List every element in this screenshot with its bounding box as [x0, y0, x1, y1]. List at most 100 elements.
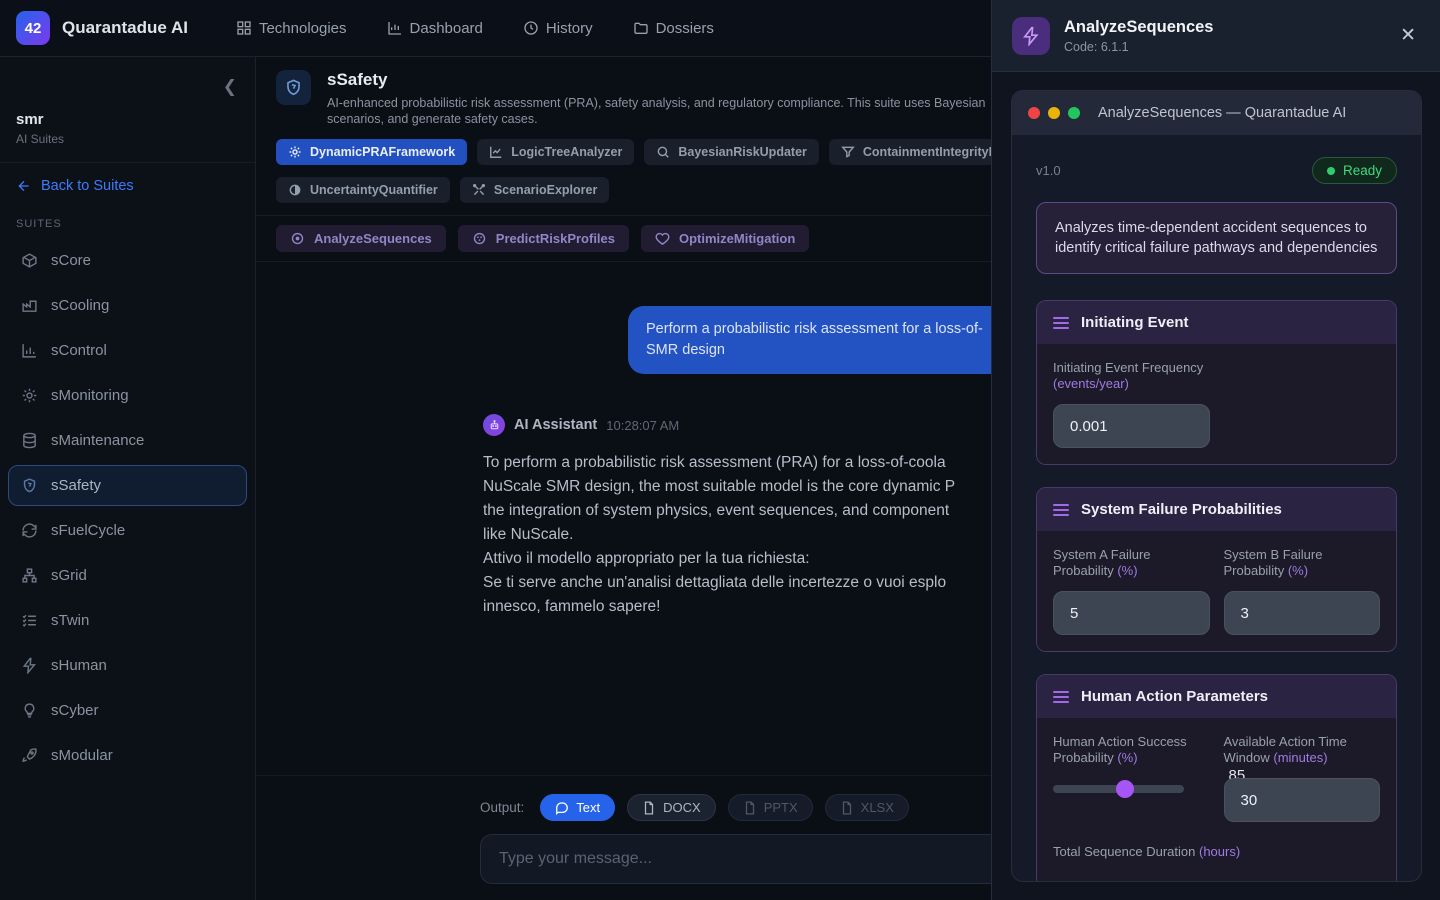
- rocket-icon: [21, 747, 38, 764]
- arrow-left-icon: [16, 178, 32, 194]
- menu-icon: [1053, 503, 1069, 516]
- folder-icon: [633, 20, 649, 36]
- sidebar-item-shuman[interactable]: sHuman: [8, 645, 247, 686]
- sidebar-item-smodular[interactable]: sModular: [8, 735, 247, 776]
- app-logo: 42: [16, 11, 50, 45]
- available-action-time-input[interactable]: [1223, 778, 1380, 822]
- chat-bubble-icon: [555, 801, 569, 815]
- menu-icon: [1053, 690, 1069, 703]
- tool-window-title: AnalyzeSequences — Quarantadue AI: [1098, 105, 1347, 121]
- model-tag-scenarioexplorer[interactable]: ScenarioExplorer: [459, 177, 610, 203]
- file-icon: [642, 801, 656, 815]
- sidebar-item-sgrid[interactable]: sGrid: [8, 555, 247, 596]
- section-human-action-parameters: Human Action Parameters Human Action Suc…: [1036, 674, 1397, 881]
- model-tag-dynamicpraframework[interactable]: DynamicPRAFramework: [276, 139, 468, 165]
- sidebar-collapse-button[interactable]: ❮: [223, 77, 237, 97]
- suite-title: sSafety: [327, 70, 388, 89]
- capability-tag-predictriskprofiles[interactable]: PredictRiskProfiles: [457, 225, 629, 252]
- tool-title: AnalyzeSequences: [1064, 17, 1214, 36]
- tool-panel: AnalyzeSequences Code: 6.1.1 ✕ AnalyzeSe…: [991, 0, 1440, 900]
- trend-chart-icon: [489, 145, 503, 159]
- section-system-failure-probabilities: System Failure Probabilities System A Fa…: [1036, 487, 1397, 652]
- tool-panel-header: AnalyzeSequences Code: 6.1.1 ✕: [992, 0, 1440, 72]
- sidebar-item-score[interactable]: sCore: [8, 240, 247, 281]
- model-tag-uncertaintyquantifier[interactable]: UncertaintyQuantifier: [276, 177, 450, 203]
- hierarchy-icon: [21, 567, 38, 584]
- grid-icon: [236, 20, 252, 36]
- system-b-failure-input[interactable]: [1223, 591, 1380, 635]
- sidebar-item-scooling[interactable]: sCooling: [8, 285, 247, 326]
- field-available-action-time: Available Action Time Window (minutes) 8…: [1223, 734, 1380, 822]
- sphere-icon: [472, 231, 487, 246]
- gears-icon: [21, 387, 38, 404]
- suite-shield-icon: [276, 70, 311, 105]
- output-format-docx[interactable]: DOCX: [627, 794, 716, 821]
- cube-icon: [21, 252, 38, 269]
- suites-section-label: SUITES: [16, 218, 62, 230]
- suite-description-line-2: scenarios, and generate safety cases.: [327, 112, 538, 126]
- bar-chart-icon: [21, 342, 38, 359]
- file-icon: [840, 801, 854, 815]
- shield-icon: [21, 477, 38, 494]
- nav-item-dashboard[interactable]: Dashboard: [387, 20, 483, 37]
- heart-icon: [655, 231, 670, 246]
- tool-version: v1.0: [1036, 163, 1061, 178]
- system-a-failure-input[interactable]: [1053, 591, 1210, 635]
- clock-icon: [523, 20, 539, 36]
- suite-description-line-1: AI-enhanced probabilistic risk assessmen…: [327, 96, 986, 110]
- sidebar-item-smonitoring[interactable]: sMonitoring: [8, 375, 247, 416]
- refresh-icon: [21, 522, 38, 539]
- lightbulb-icon: [21, 702, 38, 719]
- output-label: Output:: [480, 800, 525, 815]
- tools-icon: [472, 183, 486, 197]
- field-human-action-success: Human Action Success Probability (%): [1053, 734, 1210, 822]
- slider-thumb[interactable]: [1116, 780, 1134, 798]
- sidebar-item-sfuelcycle[interactable]: sFuelCycle: [8, 510, 247, 551]
- section-initiating-event: Initiating Event Initiating Event Freque…: [1036, 300, 1397, 465]
- field-system-b-failure: System B Failure Probability (%): [1223, 547, 1380, 635]
- project-name: smr: [16, 111, 44, 128]
- menu-icon: [1053, 316, 1069, 329]
- output-format-pptx[interactable]: PPTX: [727, 794, 813, 821]
- factory-icon: [21, 297, 38, 314]
- sidebar: ❮ smr AI Suites Back to Suites SUITES sC…: [0, 57, 256, 900]
- bolt-icon: [1012, 16, 1050, 55]
- close-icon[interactable]: ✕: [1396, 20, 1420, 51]
- sidebar-item-ssafety[interactable]: sSafety: [8, 465, 247, 506]
- sidebar-item-smaintenance[interactable]: sMaintenance: [8, 420, 247, 461]
- half-circle-icon: [288, 183, 302, 197]
- file-icon: [743, 801, 757, 815]
- gear-icon: [288, 145, 302, 159]
- database-icon: [21, 432, 38, 449]
- model-tag-bayesianriskupdater[interactable]: BayesianRiskUpdater: [644, 139, 819, 165]
- field-initiating-event-frequency: Initiating Event Frequency (events/year): [1053, 360, 1210, 448]
- lightning-icon: [21, 657, 38, 674]
- tool-code: Code: 6.1.1: [1064, 39, 1129, 54]
- window-close-light[interactable]: [1028, 107, 1040, 119]
- nav-item-technologies[interactable]: Technologies: [236, 20, 347, 37]
- status-badge: Ready: [1311, 157, 1397, 184]
- human-action-success-slider[interactable]: [1053, 780, 1184, 798]
- checklist-icon: [21, 612, 38, 629]
- sidebar-item-scyber[interactable]: sCyber: [8, 690, 247, 731]
- project-subtitle: AI Suites: [16, 132, 65, 146]
- back-to-suites-link[interactable]: Back to Suites: [0, 163, 255, 200]
- model-tag-logictreeanalyzer[interactable]: LogicTreeAnalyzer: [477, 139, 635, 165]
- nav-item-history[interactable]: History: [523, 20, 593, 37]
- capability-tag-optimizemitigation[interactable]: OptimizeMitigation: [641, 225, 810, 252]
- window-minimize-light[interactable]: [1048, 107, 1060, 119]
- status-dot-icon: [1326, 166, 1335, 175]
- assistant-name: AI Assistant: [514, 417, 598, 433]
- output-format-xlsx[interactable]: XLSX: [824, 794, 909, 821]
- window-maximize-light[interactable]: [1068, 107, 1080, 119]
- tool-window-titlebar: AnalyzeSequences — Quarantadue AI: [1012, 91, 1421, 135]
- tool-window: AnalyzeSequences — Quarantadue AI v1.0 R…: [1011, 90, 1422, 882]
- assistant-avatar: [483, 414, 505, 436]
- chart-icon: [387, 20, 403, 36]
- nav-item-dossiers[interactable]: Dossiers: [633, 20, 714, 37]
- initiating-event-frequency-input[interactable]: [1053, 404, 1210, 448]
- output-format-text[interactable]: Text: [540, 794, 616, 821]
- sidebar-item-scontrol[interactable]: sControl: [8, 330, 247, 371]
- sidebar-item-stwin[interactable]: sTwin: [8, 600, 247, 641]
- capability-tag-analyzesequences[interactable]: AnalyzeSequences: [276, 225, 446, 252]
